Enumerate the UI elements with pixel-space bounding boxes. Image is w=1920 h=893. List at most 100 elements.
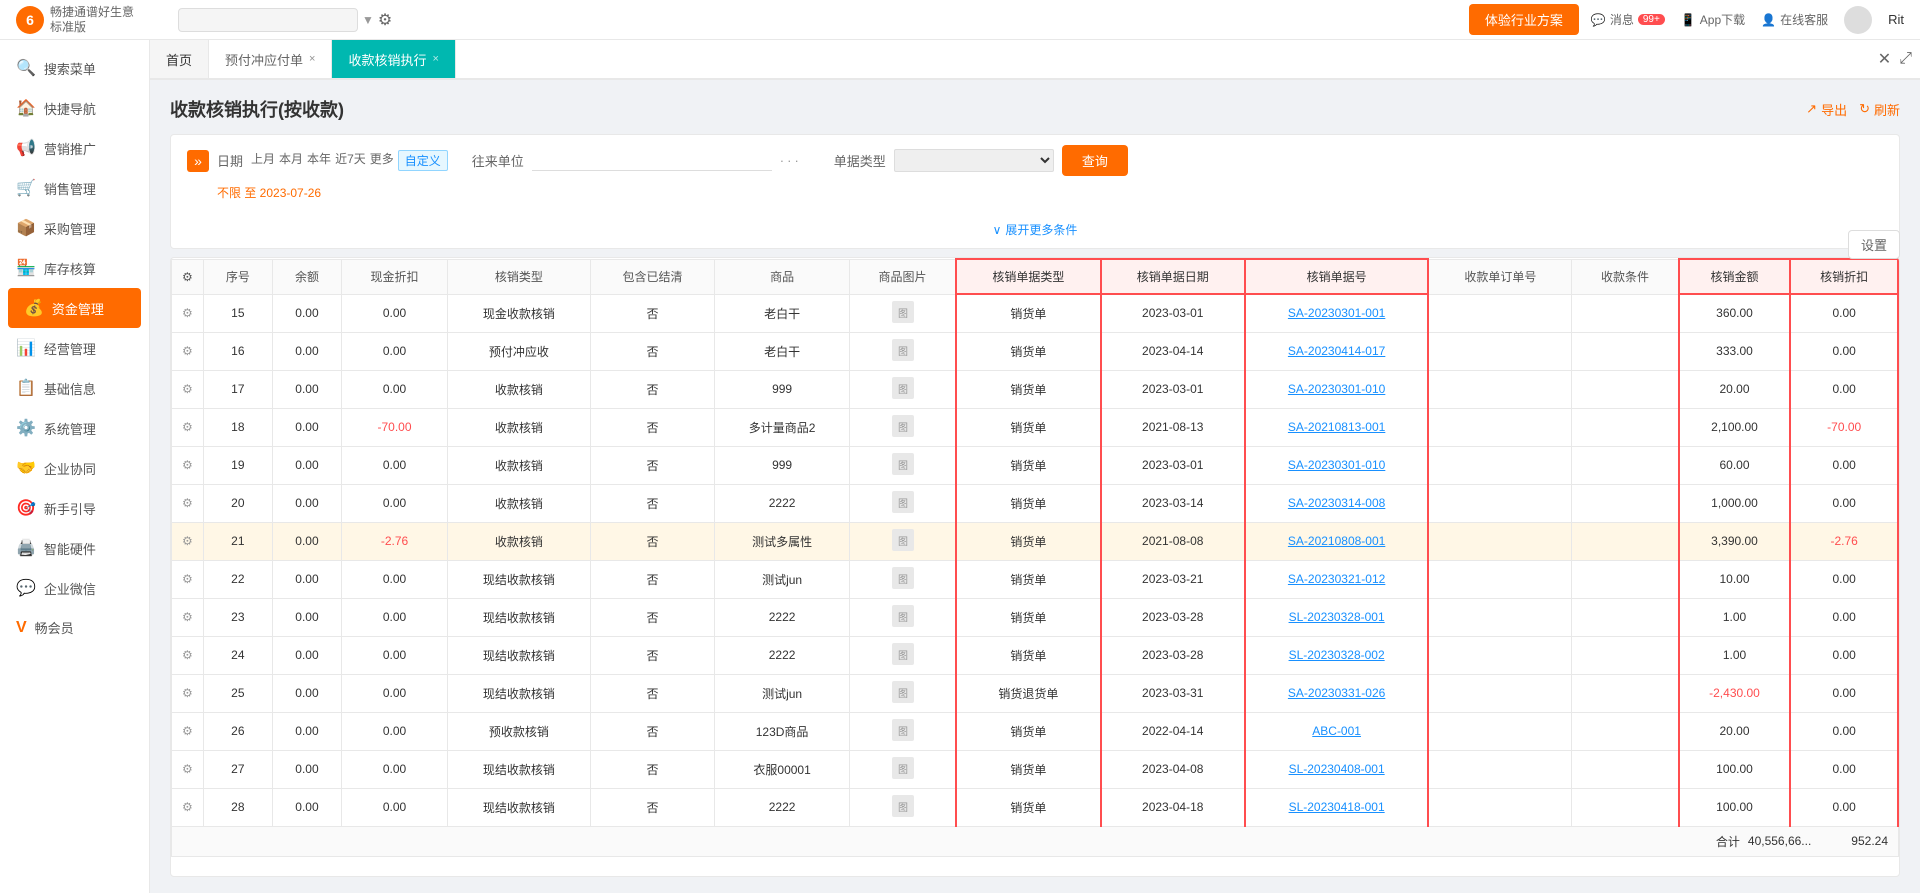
cell-balance: 0.00 xyxy=(272,370,341,408)
bill-no-link[interactable]: SA-20230301-001 xyxy=(1288,306,1385,320)
table-row: ⚙ 19 0.00 0.00 收款核销 否 999 图 销货单 2023-03-… xyxy=(172,446,1899,484)
settings-icon[interactable]: ⚙ xyxy=(378,10,392,30)
svg-text:图: 图 xyxy=(898,346,908,358)
this-year-link[interactable]: 本年 xyxy=(307,150,331,171)
order-type-select[interactable] xyxy=(894,149,1054,172)
trial-button[interactable]: 体验行业方案 xyxy=(1469,4,1579,35)
cell-bill-no[interactable]: SA-20210813-001 xyxy=(1245,408,1428,446)
order-type-label: 单据类型 xyxy=(834,151,886,170)
bill-no-link[interactable]: SA-20230321-012 xyxy=(1288,572,1385,586)
last-month-link[interactable]: 上月 xyxy=(251,150,275,171)
dropdown-arrow-icon[interactable]: ▼ xyxy=(362,13,374,27)
th-bill-no: 核销单据号 xyxy=(1245,259,1428,294)
cell-bill-no[interactable]: SL-20230408-001 xyxy=(1245,750,1428,788)
cell-balance: 0.00 xyxy=(272,560,341,598)
expand-icon: ∨ xyxy=(993,223,1002,237)
online-service-button[interactable]: 👤 在线客服 xyxy=(1761,11,1828,28)
export-button[interactable]: ↗ 导出 xyxy=(1806,100,1847,119)
sidebar-item-search[interactable]: 🔍 搜索菜单 xyxy=(0,48,149,88)
cell-cash-discount: -70.00 xyxy=(342,408,448,446)
filter-collapse-button[interactable]: » xyxy=(187,150,209,172)
sidebar-item-member[interactable]: V 畅会员 xyxy=(0,608,149,647)
bill-no-link[interactable]: ABC-001 xyxy=(1312,724,1361,738)
user-avatar[interactable] xyxy=(1844,6,1872,34)
settings-button[interactable]: 设置 xyxy=(1848,230,1900,259)
cell-bill-no[interactable]: SA-20230301-001 xyxy=(1245,294,1428,332)
date-quick-links: 上月 本月 本年 近7天 更多 自定义 xyxy=(251,150,448,171)
gear-cell: ⚙ xyxy=(172,636,204,674)
this-month-link[interactable]: 本月 xyxy=(279,150,303,171)
cell-receipt-condition xyxy=(1572,674,1679,712)
sidebar-item-inventory[interactable]: 🏪 库存核算 xyxy=(0,248,149,288)
top-search-input[interactable] xyxy=(178,8,358,32)
cell-balance: 0.00 xyxy=(272,408,341,446)
cell-no: 28 xyxy=(203,788,272,826)
bill-no-link[interactable]: SL-20230328-001 xyxy=(1289,610,1385,624)
sidebar-item-collab[interactable]: 🤝 企业协同 xyxy=(0,448,149,488)
cell-balance: 0.00 xyxy=(272,712,341,750)
cell-bill-no[interactable]: SA-20230314-008 xyxy=(1245,484,1428,522)
cell-bill-no[interactable]: SL-20230418-001 xyxy=(1245,788,1428,826)
svg-text:图: 图 xyxy=(898,764,908,776)
close-writeoff-tab[interactable]: × xyxy=(432,53,438,65)
sidebar-label: 智能硬件 xyxy=(44,539,96,558)
last-7-days-link[interactable]: 近7天 xyxy=(335,150,366,171)
cell-bill-no[interactable]: SL-20230328-001 xyxy=(1245,598,1428,636)
coming-unit-input[interactable] xyxy=(532,151,772,171)
sidebar-item-marketing[interactable]: 📢 营销推广 xyxy=(0,128,149,168)
sidebar-item-sales[interactable]: 🛒 销售管理 xyxy=(0,168,149,208)
sidebar-label: 畅会员 xyxy=(35,618,74,637)
bill-no-link[interactable]: SA-20210808-001 xyxy=(1288,534,1385,548)
sidebar-item-hardware[interactable]: 🖨️ 智能硬件 xyxy=(0,528,149,568)
cell-writeoff-type: 现结收款核销 xyxy=(448,674,591,712)
cell-bill-no[interactable]: SA-20230301-010 xyxy=(1245,446,1428,484)
cell-bill-date: 2023-03-31 xyxy=(1101,674,1245,712)
refresh-button[interactable]: ↻ 刷新 xyxy=(1859,100,1900,119)
date-filter-label: 日期 xyxy=(217,151,243,170)
tab-writeoff[interactable]: 收款核销执行 × xyxy=(332,40,455,78)
sidebar-item-sysadmin[interactable]: ⚙️ 系统管理 xyxy=(0,408,149,448)
bill-no-link[interactable]: SA-20230314-008 xyxy=(1288,496,1385,510)
more-date-link[interactable]: 更多 xyxy=(370,150,394,171)
cell-bill-no[interactable]: SA-20230414-017 xyxy=(1245,332,1428,370)
cell-product: 2222 xyxy=(715,788,850,826)
cell-bill-no[interactable]: SA-20230331-026 xyxy=(1245,674,1428,712)
expand-filters-button[interactable]: ∨ 展开更多条件 xyxy=(993,221,1078,238)
finance-icon: 💰 xyxy=(24,298,44,318)
cell-bill-no[interactable]: ABC-001 xyxy=(1245,712,1428,750)
query-button[interactable]: 查询 xyxy=(1062,145,1128,176)
maximize-icon[interactable]: ⤢ xyxy=(1899,50,1912,68)
coming-unit-label: 往来单位 xyxy=(472,151,524,170)
cell-include-settled: 否 xyxy=(590,712,714,750)
bill-no-link[interactable]: SL-20230418-001 xyxy=(1289,800,1385,814)
cell-bill-no[interactable]: SA-20230321-012 xyxy=(1245,560,1428,598)
cell-bill-no[interactable]: SL-20230328-002 xyxy=(1245,636,1428,674)
sidebar-item-operations[interactable]: 📊 经营管理 xyxy=(0,328,149,368)
cell-receipt-order xyxy=(1428,294,1572,332)
sidebar-item-quicknav[interactable]: 🏠 快捷导航 xyxy=(0,88,149,128)
total-amount-label: 合计 xyxy=(1716,833,1740,850)
tab-prepayment[interactable]: 预付冲应付单 × xyxy=(209,40,332,78)
sidebar-item-finance[interactable]: 💰 资金管理 xyxy=(8,288,141,328)
messages-button[interactable]: 💬 消息 99+ xyxy=(1591,11,1665,28)
custom-date-button[interactable]: 自定义 xyxy=(398,150,448,171)
bill-no-link[interactable]: SL-20230328-002 xyxy=(1289,648,1385,662)
cell-bill-no[interactable]: SA-20210808-001 xyxy=(1245,522,1428,560)
sidebar-item-wechat[interactable]: 💬 企业微信 xyxy=(0,568,149,608)
sidebar-item-basicinfo[interactable]: 📋 基础信息 xyxy=(0,368,149,408)
bill-no-link[interactable]: SL-20230408-001 xyxy=(1289,762,1385,776)
cell-bill-no[interactable]: SA-20230301-010 xyxy=(1245,370,1428,408)
th-no: 序号 xyxy=(203,259,272,294)
sidebar-item-newbie[interactable]: 🎯 新手引导 xyxy=(0,488,149,528)
bill-no-link[interactable]: SA-20230331-026 xyxy=(1288,686,1385,700)
bill-no-link[interactable]: SA-20230414-017 xyxy=(1288,344,1385,358)
tab-home[interactable]: 首页 xyxy=(150,40,209,78)
bill-no-link[interactable]: SA-20210813-001 xyxy=(1288,420,1385,434)
cell-product: 2222 xyxy=(715,484,850,522)
close-window-icon[interactable]: ✕ xyxy=(1878,49,1891,69)
close-prepayment-tab[interactable]: × xyxy=(309,53,315,65)
bill-no-link[interactable]: SA-20230301-010 xyxy=(1288,382,1385,396)
sidebar-item-purchase[interactable]: 📦 采购管理 xyxy=(0,208,149,248)
bill-no-link[interactable]: SA-20230301-010 xyxy=(1288,458,1385,472)
app-download-button[interactable]: 📱 App下载 xyxy=(1681,11,1745,28)
